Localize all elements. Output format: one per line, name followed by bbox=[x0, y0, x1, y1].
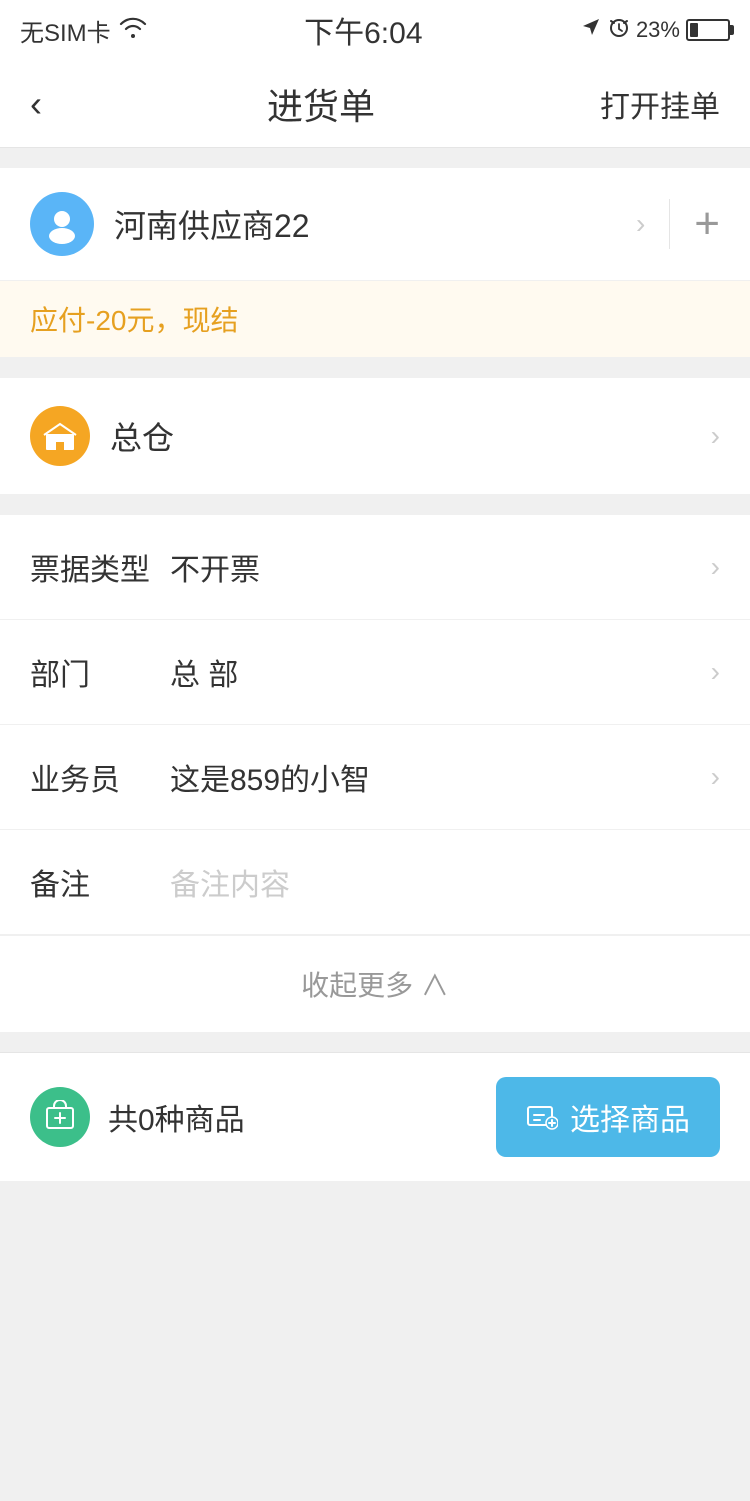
section-divider-1 bbox=[0, 148, 750, 168]
status-right: 23% bbox=[580, 16, 730, 44]
warehouse-arrow-icon: › bbox=[711, 420, 720, 452]
remark-row[interactable]: 备注 备注内容 bbox=[0, 830, 750, 935]
invoice-label: 票据类型 bbox=[30, 545, 150, 589]
status-bar: 无SIM卡 下午6:04 23% bbox=[0, 0, 750, 60]
department-row[interactable]: 部门 总 部 › bbox=[0, 620, 750, 725]
section-divider-2 bbox=[0, 358, 750, 378]
collapse-row[interactable]: 收起更多 ∧ bbox=[0, 935, 750, 1032]
supplier-arrow-icon: › bbox=[636, 208, 645, 240]
select-product-label: 选择商品 bbox=[570, 1095, 690, 1139]
warehouse-row[interactable]: 总仓 › bbox=[0, 378, 750, 495]
collapse-text: 收起更多 ∧ bbox=[301, 964, 449, 1004]
warehouse-name: 总仓 bbox=[110, 413, 711, 459]
remark-label: 备注 bbox=[30, 860, 150, 904]
product-icon-wrap bbox=[30, 1087, 90, 1147]
select-product-button[interactable]: 选择商品 bbox=[496, 1077, 720, 1157]
invoice-value: 不开票 bbox=[150, 545, 711, 589]
wifi-icon bbox=[119, 16, 147, 45]
location-icon bbox=[580, 16, 602, 44]
page-footer bbox=[0, 1181, 750, 1501]
staff-value: 这是859的小智 bbox=[150, 755, 711, 799]
page-title: 进货单 bbox=[267, 78, 375, 130]
dept-label: 部门 bbox=[30, 650, 150, 694]
dept-arrow-icon: › bbox=[711, 656, 720, 688]
dept-value: 总 部 bbox=[150, 650, 711, 694]
remark-input[interactable]: 备注内容 bbox=[150, 860, 720, 904]
alarm-icon bbox=[608, 16, 630, 44]
warehouse-icon bbox=[30, 406, 90, 466]
battery-icon bbox=[686, 19, 730, 41]
product-count: 共0种商品 bbox=[108, 1095, 496, 1139]
nav-bar: ‹ 进货单 打开挂单 bbox=[0, 60, 750, 148]
supplier-name: 河南供应商22 bbox=[114, 201, 636, 247]
bottom-bar: 共0种商品 选择商品 bbox=[0, 1052, 750, 1181]
vertical-divider bbox=[669, 199, 670, 249]
battery-fill bbox=[690, 23, 698, 37]
notice-bar: 应付-20元，现结 bbox=[0, 281, 750, 358]
open-pending-button[interactable]: 打开挂单 bbox=[600, 82, 720, 126]
supplier-section: 河南供应商22 › + 应付-20元，现结 bbox=[0, 168, 750, 358]
invoice-type-row[interactable]: 票据类型 不开票 › bbox=[0, 515, 750, 620]
back-button[interactable]: ‹ bbox=[30, 83, 42, 125]
staff-row[interactable]: 业务员 这是859的小智 › bbox=[0, 725, 750, 830]
notice-text: 应付-20元，现结 bbox=[30, 305, 238, 336]
staff-arrow-icon: › bbox=[711, 761, 720, 793]
form-section: 票据类型 不开票 › 部门 总 部 › 业务员 这是859的小智 › 备注 备注… bbox=[0, 515, 750, 1032]
status-left: 无SIM卡 bbox=[20, 13, 147, 48]
signal-text: 无SIM卡 bbox=[20, 13, 111, 48]
time-display: 下午6:04 bbox=[304, 8, 422, 52]
invoice-arrow-icon: › bbox=[711, 551, 720, 583]
section-divider-3 bbox=[0, 495, 750, 515]
supplier-row[interactable]: 河南供应商22 › + bbox=[0, 168, 750, 281]
supplier-avatar bbox=[30, 192, 94, 256]
staff-label: 业务员 bbox=[30, 755, 150, 799]
warehouse-section: 总仓 › bbox=[0, 378, 750, 495]
battery-percentage: 23% bbox=[636, 17, 680, 43]
section-divider-4 bbox=[0, 1032, 750, 1052]
add-supplier-button[interactable]: + bbox=[694, 202, 720, 246]
